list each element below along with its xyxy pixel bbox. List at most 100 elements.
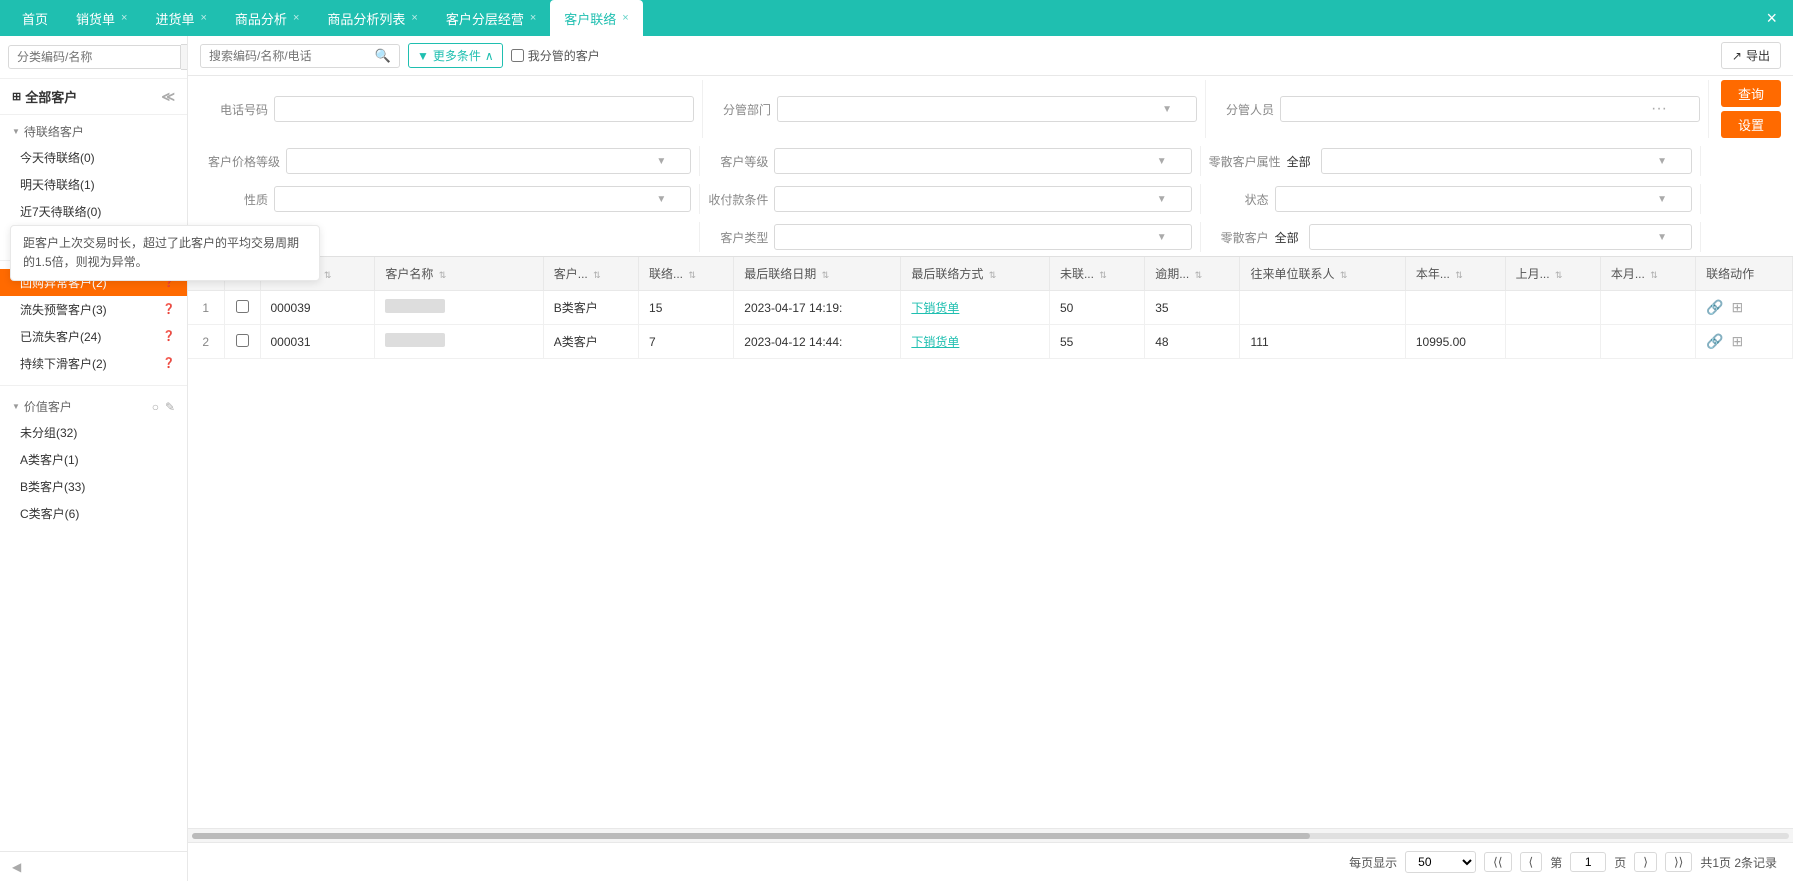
link-icon[interactable]: 🔗 — [1706, 333, 1723, 350]
row-this-month — [1600, 291, 1695, 325]
nav-close-product-list[interactable]: × — [411, 12, 417, 24]
status-select[interactable]: ▼ — [1275, 186, 1692, 212]
phone-input[interactable] — [274, 96, 694, 122]
row-uncontacted: 55 — [1049, 325, 1144, 359]
circle-icon[interactable]: ○ — [152, 400, 159, 414]
customer-table: ⚙ 客户编码 ⇅ 客户名称 ⇅ — [188, 257, 1793, 359]
price-grade-field: 客户价格等级 ▼ — [200, 146, 700, 176]
sidebar-item-declining[interactable]: 持续下滑客户(2) ❓ — [0, 350, 187, 377]
sidebar-item-lost-customer[interactable]: 已流失客户(24) ❓ — [0, 323, 187, 350]
table-body: 1 000039 B类客户 15 2023-04-17 14:19: 下销货单 — [188, 291, 1793, 359]
row-select-checkbox[interactable] — [236, 334, 249, 347]
nav-close-customer-layered[interactable]: × — [530, 12, 536, 24]
main-search-input[interactable] — [209, 49, 375, 63]
col-actions: 联络动作 — [1696, 257, 1793, 291]
sidebar-search-button[interactable]: 🔍 — [181, 44, 188, 70]
help-icon: ❓ — [163, 331, 175, 342]
row-last-contact-method: 下销货单 — [901, 291, 1050, 325]
sort-icon: ⇅ — [1099, 270, 1107, 280]
adv-row-4: ··· 客户类型 ▼ 零散客户 全部 ▼ — [188, 218, 1793, 256]
per-page-select[interactable]: 50 20 100 — [1405, 851, 1476, 873]
export-button[interactable]: ↗ 导出 — [1721, 42, 1781, 69]
nav-close-customer-contact[interactable]: × — [622, 12, 628, 24]
price-grade-select[interactable]: ▼ — [286, 148, 691, 174]
sidebar-item-7days[interactable]: 近7天待联络(0) — [0, 198, 187, 225]
nature-field: 性质 ▼ — [200, 184, 700, 214]
row-contact-person — [1240, 291, 1405, 325]
sort-icon: ⇅ — [324, 270, 332, 280]
horizontal-scrollbar[interactable] — [188, 828, 1793, 842]
data-table-area: ⚙ 客户编码 ⇅ 客户名称 ⇅ — [188, 257, 1793, 828]
nav-purchase-order[interactable]: 进货单 × — [141, 0, 220, 36]
nav-product-analysis-list[interactable]: 商品分析列表 × — [313, 0, 431, 36]
nav-sales-order[interactable]: 销货单 × — [62, 0, 141, 36]
col-contact-person: 往来单位联系人 ⇅ — [1240, 257, 1405, 291]
contact-method-link[interactable]: 下销货单 — [911, 335, 959, 349]
top-navigation: 首页 销货单 × 进货单 × 商品分析 × 商品分析列表 × 客户分层经营 × … — [0, 0, 1793, 36]
link-icon[interactable]: 🔗 — [1706, 299, 1723, 316]
close-all-tabs[interactable]: × — [1758, 8, 1785, 29]
query-button[interactable]: 查询 — [1721, 80, 1781, 107]
retail-customer-select[interactable]: ▼ — [1309, 224, 1692, 250]
grid-icon[interactable]: ⊞ — [1732, 299, 1744, 316]
nav-close-sales[interactable]: × — [121, 12, 127, 24]
help-icon: ❓ — [163, 304, 175, 315]
next-page-button[interactable]: ⟩ — [1634, 852, 1657, 872]
nav-home[interactable]: 首页 — [8, 0, 62, 36]
spacer — [1701, 184, 1781, 214]
sidebar-section-value: ▼ 价值客户 ○ ✎ 未分组(32) A类客户(1) B类客户(33) C类客户… — [0, 390, 187, 531]
dept-select[interactable]: ▼ — [777, 96, 1197, 122]
row-customer-type: A类客户 — [543, 325, 638, 359]
chevron-icon: ∧ — [485, 49, 494, 63]
nav-customer-layered[interactable]: 客户分层经营 × — [432, 0, 550, 36]
sidebar: 🔍 ⊞ 全部客户 ≪ ▼ 待联络客户 今天待联络(0) 明天待联络(1) 近7天 — [0, 36, 188, 881]
nav-customer-contact[interactable]: 客户联络 × — [550, 0, 642, 36]
chevron-down-icon: ▼ — [1162, 104, 1172, 115]
sidebar-item-c-class[interactable]: C类客户(6) — [0, 500, 187, 527]
payment-select[interactable]: ▼ — [774, 186, 1191, 212]
customer-grade-select[interactable]: ▼ — [774, 148, 1191, 174]
sort-icon: ⇅ — [1340, 270, 1348, 280]
nav-product-analysis[interactable]: 商品分析 × — [221, 0, 313, 36]
dots-icon[interactable]: ··· — [1643, 100, 1675, 118]
prev-page-button[interactable]: ⟨ — [1520, 852, 1543, 872]
settings-button[interactable]: 设置 — [1721, 111, 1781, 138]
more-conditions-button[interactable]: ▼ 更多条件 ∧ — [408, 43, 503, 68]
blurred-name — [385, 333, 445, 347]
sidebar-item-tomorrow[interactable]: 明天待联络(1) — [0, 171, 187, 198]
page-number-input[interactable] — [1570, 852, 1606, 872]
nature-select[interactable]: ▼ — [274, 186, 691, 212]
action-buttons-area: 查询 设置 — [1709, 80, 1781, 138]
first-page-button[interactable]: ⟨⟨ — [1484, 852, 1511, 872]
sidebar-collapse-icon[interactable]: ≪ — [161, 89, 175, 105]
sidebar-item-churn-warning[interactable]: 流失预警客户(3) ❓ — [0, 296, 187, 323]
adv-row-1: 电话号码 分管部门 ▼ 分管人员 ··· — [188, 76, 1793, 142]
nav-close-product-analysis[interactable]: × — [293, 12, 299, 24]
chevron-down-icon: ▼ — [1657, 156, 1667, 167]
sidebar-search-input[interactable] — [8, 45, 181, 69]
sidebar-item-a-class[interactable]: A类客户(1) — [0, 446, 187, 473]
sidebar-item-unGrouped[interactable]: 未分组(32) — [0, 419, 187, 446]
left-arrow-icon[interactable]: ◀ — [12, 860, 21, 874]
sidebar-item-b-class[interactable]: B类客户(33) — [0, 473, 187, 500]
row-index: 1 — [188, 291, 224, 325]
last-page-button[interactable]: ⟩⟩ — [1665, 852, 1692, 872]
sidebar-item-today[interactable]: 今天待联络(0) — [0, 144, 187, 171]
advanced-filter: 电话号码 分管部门 ▼ 分管人员 ··· — [188, 76, 1793, 257]
nav-close-purchase[interactable]: × — [200, 12, 206, 24]
contact-method-link[interactable]: 下销货单 — [911, 301, 959, 315]
scroll-thumb[interactable] — [192, 833, 1310, 839]
triangle-icon: ▼ — [12, 402, 20, 411]
customer-type-field: 客户类型 ▼ — [700, 222, 1200, 252]
row-select-checkbox[interactable] — [236, 300, 249, 313]
grid-icon[interactable]: ⊞ — [1732, 333, 1744, 350]
edit-icon[interactable]: ✎ — [165, 400, 175, 414]
retail-attr-select[interactable]: ▼ — [1321, 148, 1692, 174]
my-customers-checkbox[interactable] — [511, 49, 524, 62]
chevron-down-icon: ▼ — [656, 156, 666, 167]
filter-bar: 🔍 ▼ 更多条件 ∧ 我分管的客户 ↗ 导出 — [188, 36, 1793, 76]
my-customers-filter: 我分管的客户 — [511, 47, 600, 64]
chevron-down-icon: ▼ — [1157, 232, 1167, 243]
manager-input[interactable]: ··· — [1280, 96, 1700, 122]
customer-type-select[interactable]: ▼ — [774, 224, 1191, 250]
